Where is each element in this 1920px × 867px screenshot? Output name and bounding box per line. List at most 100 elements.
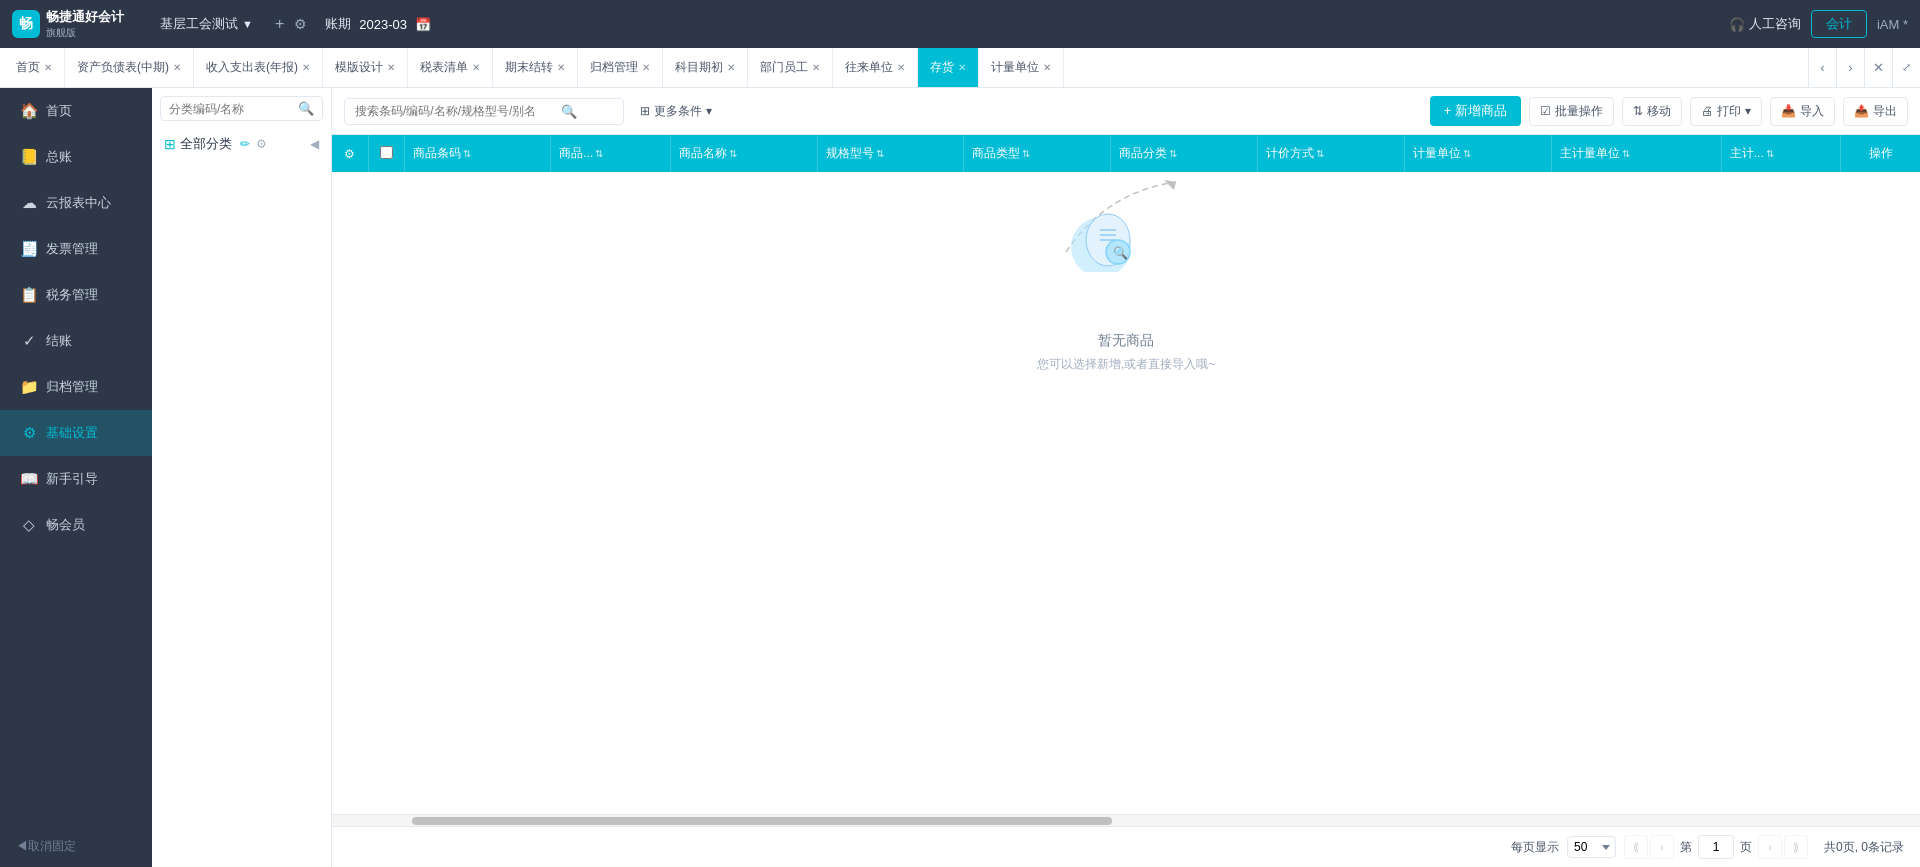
unpin-btn[interactable]: ◀取消固定 [0, 826, 152, 867]
tab-contact[interactable]: 往来单位 ✕ [833, 48, 918, 88]
tab-prev-btn[interactable]: ‹ [1808, 48, 1836, 88]
tab-close-tax[interactable]: ✕ [472, 62, 480, 73]
page-next-btn[interactable]: › [1758, 835, 1782, 859]
tax-icon: 📋 [20, 286, 38, 304]
select-all-checkbox[interactable] [380, 146, 393, 159]
col-checkbox[interactable] [368, 135, 404, 172]
tab-archive[interactable]: 归档管理 ✕ [578, 48, 663, 88]
tab-period-close[interactable]: 期末结转 ✕ [493, 48, 578, 88]
sidebar-item-invoice[interactable]: 🧾 发票管理 [0, 226, 152, 272]
add-product-btn[interactable]: + 新增商品 [1430, 96, 1521, 126]
tab-close-unit[interactable]: ✕ [1043, 62, 1051, 73]
sort-icon-main-code: ⇅ [1766, 148, 1774, 159]
iam-label: iAM * [1877, 17, 1908, 32]
add-tab-btn[interactable]: + [275, 15, 284, 33]
tab-close-subject[interactable]: ✕ [727, 62, 735, 73]
export-btn[interactable]: 📤 导出 [1843, 97, 1908, 126]
col-category[interactable]: 商品分类⇅ [1111, 135, 1258, 172]
tab-close-contact[interactable]: ✕ [897, 62, 905, 73]
col-price-method[interactable]: 计价方式⇅ [1257, 135, 1404, 172]
search-icon: 🔍 [561, 104, 577, 119]
tab-balance[interactable]: 资产负债表(中期) ✕ [65, 48, 194, 88]
tab-home[interactable]: 首页 ✕ [4, 48, 65, 88]
empty-state-text: 暂无商品 您可以选择新增,或者直接导入哦~ [1017, 272, 1235, 433]
col-unit[interactable]: 计量单位⇅ [1404, 135, 1551, 172]
product-search-input[interactable] [355, 104, 555, 118]
category-search-input[interactable] [169, 102, 294, 116]
period-label: 账期 [325, 15, 351, 33]
sidebar-item-close[interactable]: ✓ 结账 [0, 318, 152, 364]
tab-close-income[interactable]: ✕ [302, 62, 310, 73]
sidebar-item-member[interactable]: ◇ 畅会员 [0, 502, 152, 548]
col-name[interactable]: 商品名称⇅ [670, 135, 817, 172]
sidebar-item-guide[interactable]: 📖 新手引导 [0, 456, 152, 502]
sidebar-item-settings[interactable]: ⚙ 基础设置 [0, 410, 152, 456]
tab-expand-btn[interactable]: ⤢ [1892, 48, 1920, 88]
page-size-select[interactable]: 20 50 100 [1567, 836, 1616, 858]
tab-subject[interactable]: 科目期初 ✕ [663, 48, 748, 88]
horizontal-scrollbar[interactable] [332, 814, 1920, 826]
tab-close-home[interactable]: ✕ [44, 62, 52, 73]
service-btn[interactable]: 🎧 人工咨询 [1729, 15, 1801, 33]
edit-category-icon[interactable]: ✏ [240, 137, 250, 151]
sidebar-label-ledger: 总账 [46, 148, 72, 166]
category-label: 全部分类 [180, 135, 232, 153]
empty-subtitle: 您可以选择新增,或者直接导入哦~ [1037, 356, 1215, 373]
import-btn[interactable]: 📥 导入 [1770, 97, 1835, 126]
page-last-btn[interactable]: ⟫ [1784, 835, 1808, 859]
calendar-icon[interactable]: 📅 [415, 17, 431, 32]
tab-close-template[interactable]: ✕ [387, 62, 395, 73]
batch-ops-btn[interactable]: ☑ 批量操作 [1529, 97, 1614, 126]
sidebar-item-home[interactable]: 🏠 首页 [0, 88, 152, 134]
company-selector[interactable]: 基层工会测试 ▼ [152, 11, 261, 37]
sidebar-item-reports[interactable]: ☁ 云报表中心 [0, 180, 152, 226]
col-main-code[interactable]: 主计...⇅ [1721, 135, 1840, 172]
tab-inventory[interactable]: 存货 ✕ [918, 48, 979, 88]
col-code[interactable]: 商品...⇅ [551, 135, 670, 172]
sidebar-item-ledger[interactable]: 📒 总账 [0, 134, 152, 180]
collapse-panel-btn[interactable]: ◀ [310, 137, 319, 151]
sidebar-label-member: 畅会员 [46, 516, 85, 534]
scrollbar-thumb[interactable] [412, 817, 1112, 825]
check-icon: ✓ [20, 332, 38, 350]
category-search-box[interactable]: 🔍 [160, 96, 323, 121]
tab-close-dept[interactable]: ✕ [812, 62, 820, 73]
tab-close-balance[interactable]: ✕ [173, 62, 181, 73]
print-btn[interactable]: 🖨 打印 ▾ [1690, 97, 1762, 126]
settings-icon[interactable]: ⚙ [294, 16, 307, 32]
tab-unit[interactable]: 计量单位 ✕ [979, 48, 1064, 88]
tab-template[interactable]: 模版设计 ✕ [323, 48, 408, 88]
tab-next-btn[interactable]: › [1836, 48, 1864, 88]
sidebar-label-settings: 基础设置 [46, 424, 98, 442]
page-first-btn[interactable]: ⟪ [1624, 835, 1648, 859]
page-input[interactable] [1698, 835, 1734, 859]
category-all[interactable]: ⊞ 全部分类 ✏ ⚙ ◀ [160, 129, 323, 159]
ledger-icon: 📒 [20, 148, 38, 166]
page-prev-btn[interactable]: ‹ [1650, 835, 1674, 859]
move-btn[interactable]: ⇅ 移动 [1622, 97, 1682, 126]
tab-close-inventory[interactable]: ✕ [958, 62, 966, 73]
sidebar-item-archive[interactable]: 📁 归档管理 [0, 364, 152, 410]
sidebar-label-reports: 云报表中心 [46, 194, 111, 212]
sort-icon-unit: ⇅ [1463, 148, 1471, 159]
tab-close-archive[interactable]: ✕ [642, 62, 650, 73]
dropdown-icon: ▼ [242, 18, 253, 30]
account-btn[interactable]: 会计 [1811, 10, 1867, 38]
filter-btn[interactable]: ⊞ 更多条件 ▾ [632, 98, 720, 125]
col-settings[interactable]: ⚙ [332, 135, 368, 172]
tab-income[interactable]: 收入支出表(年报) ✕ [194, 48, 323, 88]
sidebar-item-tax[interactable]: 📋 税务管理 [0, 272, 152, 318]
tab-close-period[interactable]: ✕ [557, 62, 565, 73]
tab-tax[interactable]: 税表清单 ✕ [408, 48, 493, 88]
tab-dept[interactable]: 部门员工 ✕ [748, 48, 833, 88]
col-type[interactable]: 商品类型⇅ [964, 135, 1111, 172]
tab-close-all-btn[interactable]: ✕ [1864, 48, 1892, 88]
sort-icon-type: ⇅ [1022, 148, 1030, 159]
product-search-bar[interactable]: 🔍 [344, 98, 624, 125]
col-main-unit[interactable]: 主计量单位⇅ [1551, 135, 1721, 172]
col-barcode[interactable]: 商品条码⇅ [404, 135, 551, 172]
tab-label: 税表清单 [420, 59, 468, 76]
settings-category-icon[interactable]: ⚙ [256, 137, 267, 151]
col-spec[interactable]: 规格型号⇅ [817, 135, 964, 172]
period-info: 账期 2023-03 📅 [325, 15, 431, 33]
